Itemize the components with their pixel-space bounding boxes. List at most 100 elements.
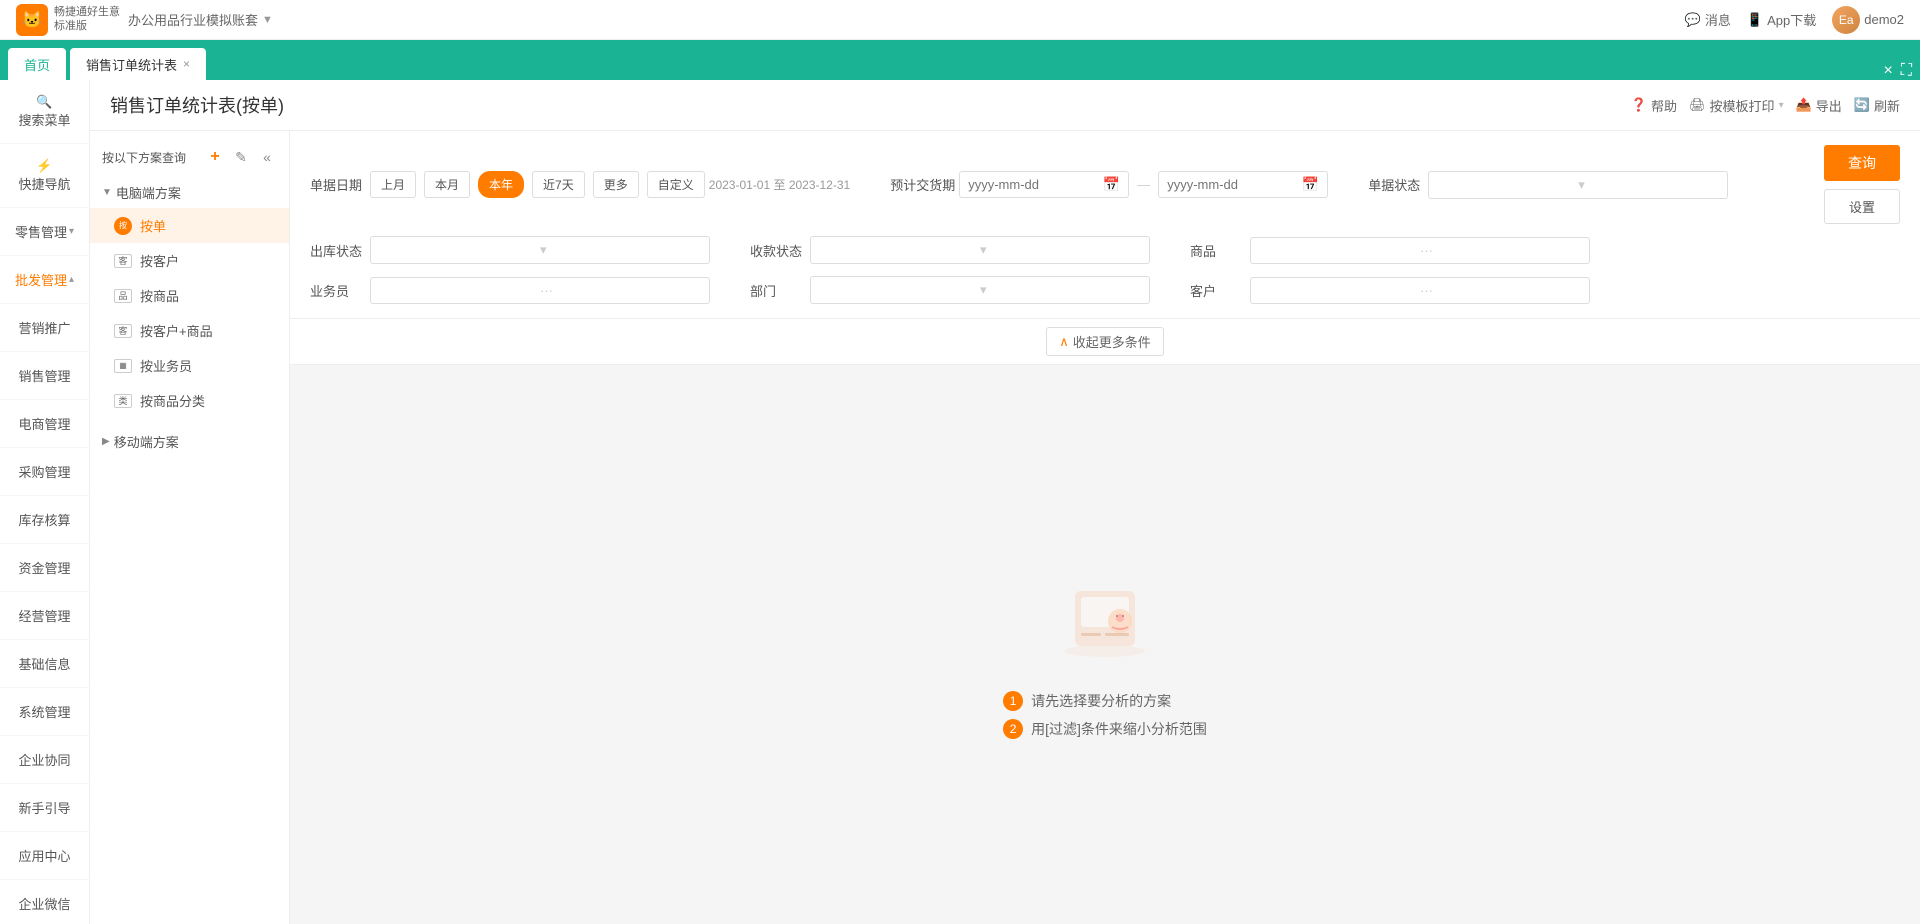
filter-row-2: 出库状态 ▾ 收款状态 ▾ xyxy=(310,236,1900,264)
department-select[interactable]: ▾ xyxy=(810,276,1150,304)
by-customer-icon: 客 xyxy=(114,254,132,268)
mobile-plan-group[interactable]: ▶ 移动端方案 xyxy=(90,426,289,457)
filter-row-1: 单据日期 上月 本月 本年 近7天 更多 自定义 2023-01-01 至 20… xyxy=(310,145,1900,224)
customer-group: 客户 ··· xyxy=(1190,277,1590,304)
top-bar: 🐱 畅捷通好生意 标准版 办公用品行业模拟账套 ▼ 💬 消息 📱 App下载 E… xyxy=(0,0,1920,40)
add-plan-button[interactable]: + xyxy=(205,147,225,167)
filter-area: 单据日期 上月 本月 本年 近7天 更多 自定义 2023-01-01 至 20… xyxy=(290,131,1920,319)
sidebar-item-retail[interactable]: 零售管理 ▾ xyxy=(0,208,89,256)
customer-more-icon[interactable]: ··· xyxy=(1416,283,1579,298)
order-status-select[interactable]: ▾ xyxy=(1428,171,1728,199)
calendar-start-icon[interactable]: 📅 xyxy=(1103,176,1120,193)
plan-item-by-customer-goods[interactable]: 客 按客户+商品 xyxy=(90,313,289,348)
sidebar-item-corp-wechat[interactable]: 企业微信 xyxy=(0,880,89,924)
empty-illustration xyxy=(1045,551,1165,671)
settings-button[interactable]: 设置 xyxy=(1824,189,1900,224)
help-button[interactable]: ❓ 帮助 xyxy=(1631,96,1677,115)
page-header: 销售订单统计表(按单) ❓ 帮助 🖨 按模板打印 ▾ 📤 导出 🔄 刷新 xyxy=(90,80,1920,131)
collapse-filters-button[interactable]: ∧ 收起更多条件 xyxy=(1046,327,1164,356)
more-date-btn[interactable]: 更多 xyxy=(593,171,639,198)
right-panel: 单据日期 上月 本月 本年 近7天 更多 自定义 2023-01-01 至 20… xyxy=(290,131,1920,924)
collection-status-group: 收款状态 ▾ xyxy=(750,236,1150,264)
tab-bar-right: × ⛶ xyxy=(1883,62,1920,80)
mobile-group-arrow: ▶ xyxy=(102,436,110,447)
goods-more-icon[interactable]: ··· xyxy=(1416,243,1579,258)
print-dropdown-icon: ▾ xyxy=(1779,100,1784,111)
left-panel-header: 按以下方案查询 + ✎ « xyxy=(90,141,289,173)
last-month-btn[interactable]: 上月 xyxy=(370,171,416,198)
search-button[interactable]: 查询 xyxy=(1824,145,1900,181)
delivery-date-end[interactable]: 📅 xyxy=(1158,171,1328,198)
tab-active[interactable]: 销售订单统计表 × xyxy=(70,48,206,80)
print-button[interactable]: 🖨 按模板打印 ▾ xyxy=(1689,96,1784,115)
hint-item-2: 2 用[过滤]条件来缩小分析范围 xyxy=(1003,719,1207,739)
refresh-button[interactable]: 🔄 刷新 xyxy=(1854,96,1900,115)
message-button[interactable]: 💬 消息 xyxy=(1685,10,1731,29)
edit-plan-button[interactable]: ✎ xyxy=(231,147,251,167)
tab-home[interactable]: 首页 xyxy=(8,48,66,80)
order-status-dropdown-icon: ▾ xyxy=(1578,177,1717,193)
export-button[interactable]: 📤 导出 xyxy=(1796,96,1842,115)
plan-item-by-salesperson[interactable]: ▦ 按业务员 xyxy=(90,348,289,383)
last-7-days-btn[interactable]: 近7天 xyxy=(532,171,585,198)
sidebar-item-newbie[interactable]: 新手引导 xyxy=(0,784,89,832)
department-group: 部门 ▾ xyxy=(750,276,1150,304)
this-month-btn[interactable]: 本月 xyxy=(424,171,470,198)
collapse-bar: ∧ 收起更多条件 xyxy=(290,319,1920,365)
plan-item-by-goods[interactable]: 品 按商品 xyxy=(90,278,289,313)
empty-state: 1 请先选择要分析的方案 2 用[过滤]条件来缩小分析范围 xyxy=(1003,551,1207,739)
goods-select[interactable]: ··· xyxy=(1250,237,1590,264)
outbound-status-group: 出库状态 ▾ xyxy=(310,236,710,264)
logo-icon: 🐱 xyxy=(16,4,48,36)
app-download-button[interactable]: 📱 App下载 xyxy=(1747,10,1816,29)
sidebar-item-app-center[interactable]: 应用中心 xyxy=(0,832,89,880)
tab-close-button[interactable]: × xyxy=(183,57,190,71)
sidebar-item-wholesale[interactable]: 批发管理 ▴ xyxy=(0,256,89,304)
sidebar-item-finance[interactable]: 资金管理 xyxy=(0,544,89,592)
sidebar-item-inventory[interactable]: 库存核算 xyxy=(0,496,89,544)
outbound-status-select[interactable]: ▾ xyxy=(370,236,710,264)
minimize-button[interactable]: × xyxy=(1883,62,1892,80)
sidebar-item-operations[interactable]: 经营管理 xyxy=(0,592,89,640)
action-button-group: 查询 设置 xyxy=(1824,145,1900,224)
data-area: 1 请先选择要分析的方案 2 用[过滤]条件来缩小分析范围 xyxy=(290,365,1920,924)
hint-num-1: 1 xyxy=(1003,691,1023,711)
sidebar-item-system[interactable]: 系统管理 xyxy=(0,688,89,736)
sidebar-item-ecommerce[interactable]: 电商管理 xyxy=(0,400,89,448)
retail-expand-icon: ▾ xyxy=(69,226,74,237)
sidebar-item-corp[interactable]: 企业协同 xyxy=(0,736,89,784)
salesperson-select[interactable]: ··· xyxy=(370,277,710,304)
delivery-date-end-input[interactable] xyxy=(1167,177,1296,192)
sidebar-item-sales[interactable]: 销售管理 xyxy=(0,352,89,400)
by-order-icon: 按 xyxy=(114,217,132,235)
customer-select[interactable]: ··· xyxy=(1250,277,1590,304)
sidebar-item-search-menu[interactable]: 🔍 搜索菜单 xyxy=(0,80,89,144)
pc-group-arrow: ▼ xyxy=(102,187,112,198)
sidebar-item-marketing[interactable]: 营销推广 xyxy=(0,304,89,352)
top-bar-left: 🐱 畅捷通好生意 标准版 办公用品行业模拟账套 ▼ xyxy=(16,4,273,36)
delivery-date-start-input[interactable] xyxy=(968,177,1097,192)
plan-item-by-customer[interactable]: 客 按客户 xyxy=(90,243,289,278)
current-year-btn[interactable]: 本年 xyxy=(478,171,524,198)
plan-item-by-category[interactable]: 类 按商品分类 xyxy=(90,383,289,418)
calendar-end-icon[interactable]: 📅 xyxy=(1302,176,1319,193)
collection-status-select[interactable]: ▾ xyxy=(810,236,1150,264)
custom-date-btn[interactable]: 自定义 xyxy=(647,171,705,198)
maximize-button[interactable]: ⛶ xyxy=(1901,62,1912,80)
plan-item-by-order[interactable]: 按 按单 xyxy=(90,208,289,243)
message-icon: 💬 xyxy=(1685,12,1701,28)
hint-item-1: 1 请先选择要分析的方案 xyxy=(1003,691,1207,711)
help-icon: ❓ xyxy=(1631,97,1647,113)
breadcrumb: 办公用品行业模拟账套 ▼ xyxy=(128,10,273,29)
sidebar-item-basic[interactable]: 基础信息 xyxy=(0,640,89,688)
mobile-icon: 📱 xyxy=(1747,12,1763,28)
salesperson-more-icon[interactable]: ··· xyxy=(536,283,699,298)
department-dropdown-icon: ▾ xyxy=(980,282,1139,298)
collapse-panel-button[interactable]: « xyxy=(257,147,277,167)
sidebar-item-quick-nav[interactable]: ⚡ 快捷导航 xyxy=(0,144,89,208)
user-menu[interactable]: Ea demo2 xyxy=(1832,6,1904,34)
pc-plan-group[interactable]: ▼ 电脑端方案 xyxy=(90,177,289,208)
content-area: 销售订单统计表(按单) ❓ 帮助 🖨 按模板打印 ▾ 📤 导出 🔄 刷新 xyxy=(90,80,1920,924)
delivery-date-start[interactable]: 📅 xyxy=(959,171,1129,198)
sidebar-item-purchase[interactable]: 采购管理 xyxy=(0,448,89,496)
